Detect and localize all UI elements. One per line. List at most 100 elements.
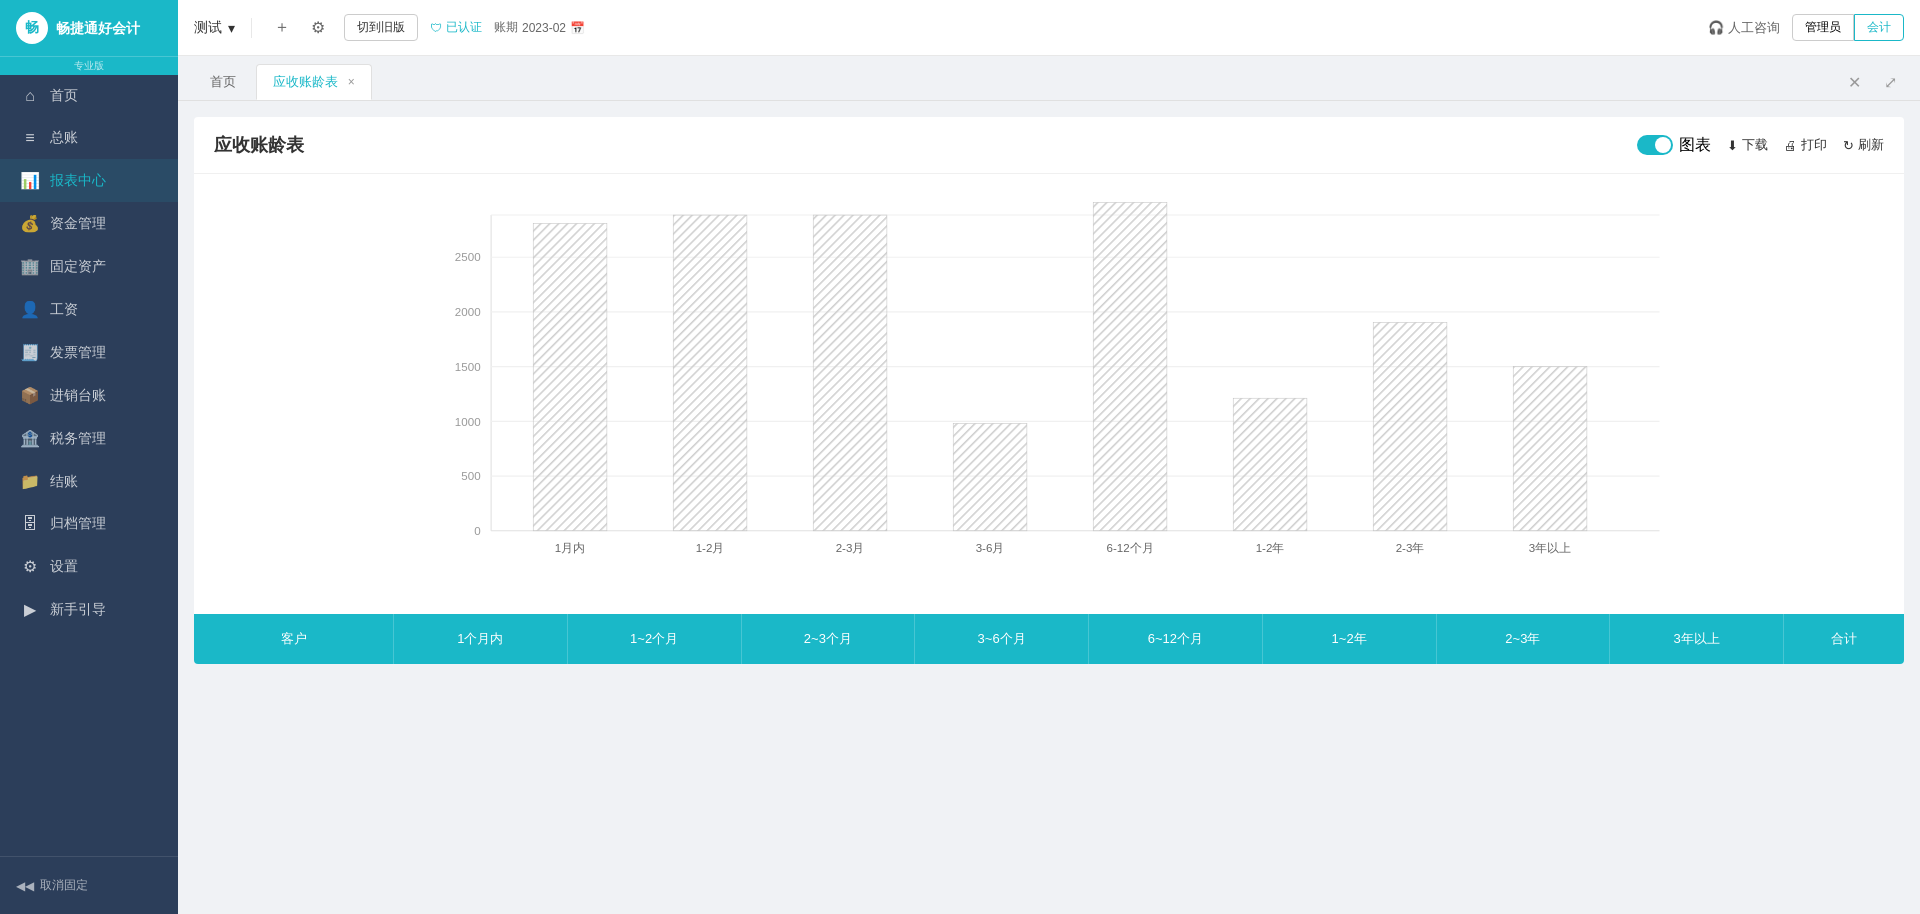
archive-icon: 🗄 [20,515,40,533]
print-button[interactable]: 🖨 打印 [1784,136,1827,154]
sidebar-item-home[interactable]: ⌂ 首页 [0,75,178,117]
salary-icon: 👤 [20,300,40,319]
tab-home[interactable]: 首页 [194,65,252,99]
settle-icon: 📁 [20,472,40,491]
col-3-6month: 3~6个月 [915,614,1089,664]
sidebar-item-tax[interactable]: 🏦 税务管理 [0,417,178,460]
sidebar-item-label: 工资 [50,301,78,319]
svg-text:500: 500 [461,470,480,482]
report-panel: 应收账龄表 图表 ⬇ 下载 🖨 打印 ↻ [194,117,1904,664]
app-name: 畅捷通好会计 [56,20,140,37]
switch-old-button[interactable]: 切到旧版 [344,14,418,41]
invoice-icon: 🧾 [20,343,40,362]
period-value: 2023-02 [522,21,566,35]
account-button[interactable]: 会计 [1854,14,1904,41]
tab-close-icon[interactable]: × [348,75,355,89]
tax-icon: 🏦 [20,429,40,448]
svg-text:1-2年: 1-2年 [1256,542,1285,554]
topbar-divider-1 [251,18,252,38]
col-2-3year: 2~3年 [1437,614,1611,664]
sidebar-item-label: 归档管理 [50,515,106,533]
tab-aging-report[interactable]: 应收账龄表 × [256,64,372,100]
user-account-group: 管理员 会计 [1792,14,1904,41]
svg-rect-17 [673,215,747,531]
refresh-label: 刷新 [1858,136,1884,154]
sales-icon: 📦 [20,386,40,405]
col-total: 合计 [1784,614,1904,664]
tabbar-right: ✕ ⤢ [1840,68,1904,96]
sidebar-item-asset[interactable]: 🏢 固定资产 [0,245,178,288]
user-button[interactable]: 管理员 [1792,14,1854,41]
page-content: 应收账龄表 图表 ⬇ 下载 🖨 打印 ↻ [178,101,1920,914]
svg-text:2-3年: 2-3年 [1396,542,1425,554]
cancel-fixed-label: 取消固定 [40,877,88,894]
fund-icon: 💰 [20,214,40,233]
svg-text:3-6月: 3-6月 [976,542,1005,554]
col-1-2month: 1~2个月 [568,614,742,664]
sidebar-item-settle[interactable]: 📁 结账 [0,460,178,503]
sidebar: 畅 畅捷通好会计 专业版 ⌂ 首页 ≡ 总账 📊 报表中心 💰 资金管理 🏢 固… [0,0,178,914]
sidebar-item-label: 固定资产 [50,258,106,276]
sidebar-item-label: 新手引导 [50,601,106,619]
expand-panel-button[interactable]: ⤢ [1876,68,1904,96]
svg-text:1500: 1500 [455,361,481,373]
sidebar-item-label: 发票管理 [50,344,106,362]
home-icon: ⌂ [20,87,40,105]
headset-icon: 🎧 [1708,20,1724,35]
svg-text:0: 0 [474,525,480,537]
svg-text:2-3月: 2-3月 [836,542,865,554]
sidebar-item-settings[interactable]: ⚙ 设置 [0,545,178,588]
company-name: 测试 [194,19,222,37]
sidebar-item-label: 结账 [50,473,78,491]
col-3plus-year: 3年以上 [1610,614,1784,664]
col-customer: 客户 [194,614,394,664]
tab-home-label: 首页 [210,74,236,89]
print-icon: 🖨 [1784,138,1797,153]
sidebar-item-guide[interactable]: ▶ 新手引导 [0,588,178,631]
add-button[interactable]: ＋ [268,14,296,42]
cancel-fixed-icon: ◀◀ [16,879,34,893]
svg-text:6-12个月: 6-12个月 [1106,542,1153,554]
sidebar-item-fund[interactable]: 💰 资金管理 [0,202,178,245]
certified-badge: 🛡 已认证 [430,19,482,36]
close-panel-button[interactable]: ✕ [1840,68,1868,96]
chart-toggle[interactable] [1637,135,1673,155]
refresh-icon: ↻ [1843,138,1854,153]
sidebar-item-label: 资金管理 [50,215,106,233]
cancel-fixed-btn[interactable]: ◀◀ 取消固定 [0,867,178,904]
col-6-12month: 6~12个月 [1089,614,1263,664]
sidebar-item-sales[interactable]: 📦 进销台账 [0,374,178,417]
svg-text:2500: 2500 [455,251,481,263]
logo-icon: 畅 [16,12,48,44]
refresh-button[interactable]: ↻ 刷新 [1843,136,1884,154]
sidebar-bottom: ◀◀ 取消固定 [0,856,178,914]
sidebar-item-report[interactable]: 📊 报表中心 [0,159,178,202]
logo-text-block: 畅捷通好会计 [56,20,140,37]
chart-area: 0 500 1000 1500 2000 2500 1月内 [194,174,1904,614]
sidebar-item-archive[interactable]: 🗄 归档管理 [0,503,178,545]
col-1month: 1个月内 [394,614,568,664]
pro-badge: 专业版 [0,56,178,75]
chart-toggle-label: 图表 [1679,135,1711,156]
sidebar-item-label: 税务管理 [50,430,106,448]
svg-rect-21 [953,423,1027,530]
topbar-right: 🎧 人工咨询 管理员 会计 [1708,14,1904,41]
sidebar-item-ledger[interactable]: ≡ 总账 [0,117,178,159]
svg-rect-27 [1373,322,1447,530]
svg-text:1000: 1000 [455,416,481,428]
download-button[interactable]: ⬇ 下载 [1727,136,1768,154]
sidebar-item-invoice[interactable]: 🧾 发票管理 [0,331,178,374]
bar-chart: 0 500 1000 1500 2000 2500 1月内 [214,194,1884,594]
download-icon: ⬇ [1727,138,1738,153]
consult-button[interactable]: 🎧 人工咨询 [1708,19,1780,37]
svg-rect-29 [1513,367,1587,531]
settings-button[interactable]: ⚙ [304,14,332,42]
ledger-icon: ≡ [20,129,40,147]
company-selector[interactable]: 测试 ▾ [194,19,235,37]
chart-container: 0 500 1000 1500 2000 2500 1月内 [214,194,1884,594]
shield-icon: 🛡 [430,21,442,35]
report-icon: 📊 [20,171,40,190]
sidebar-item-salary[interactable]: 👤 工资 [0,288,178,331]
account-period: 账期 2023-02 📅 [494,19,585,36]
period-label: 账期 [494,19,518,36]
